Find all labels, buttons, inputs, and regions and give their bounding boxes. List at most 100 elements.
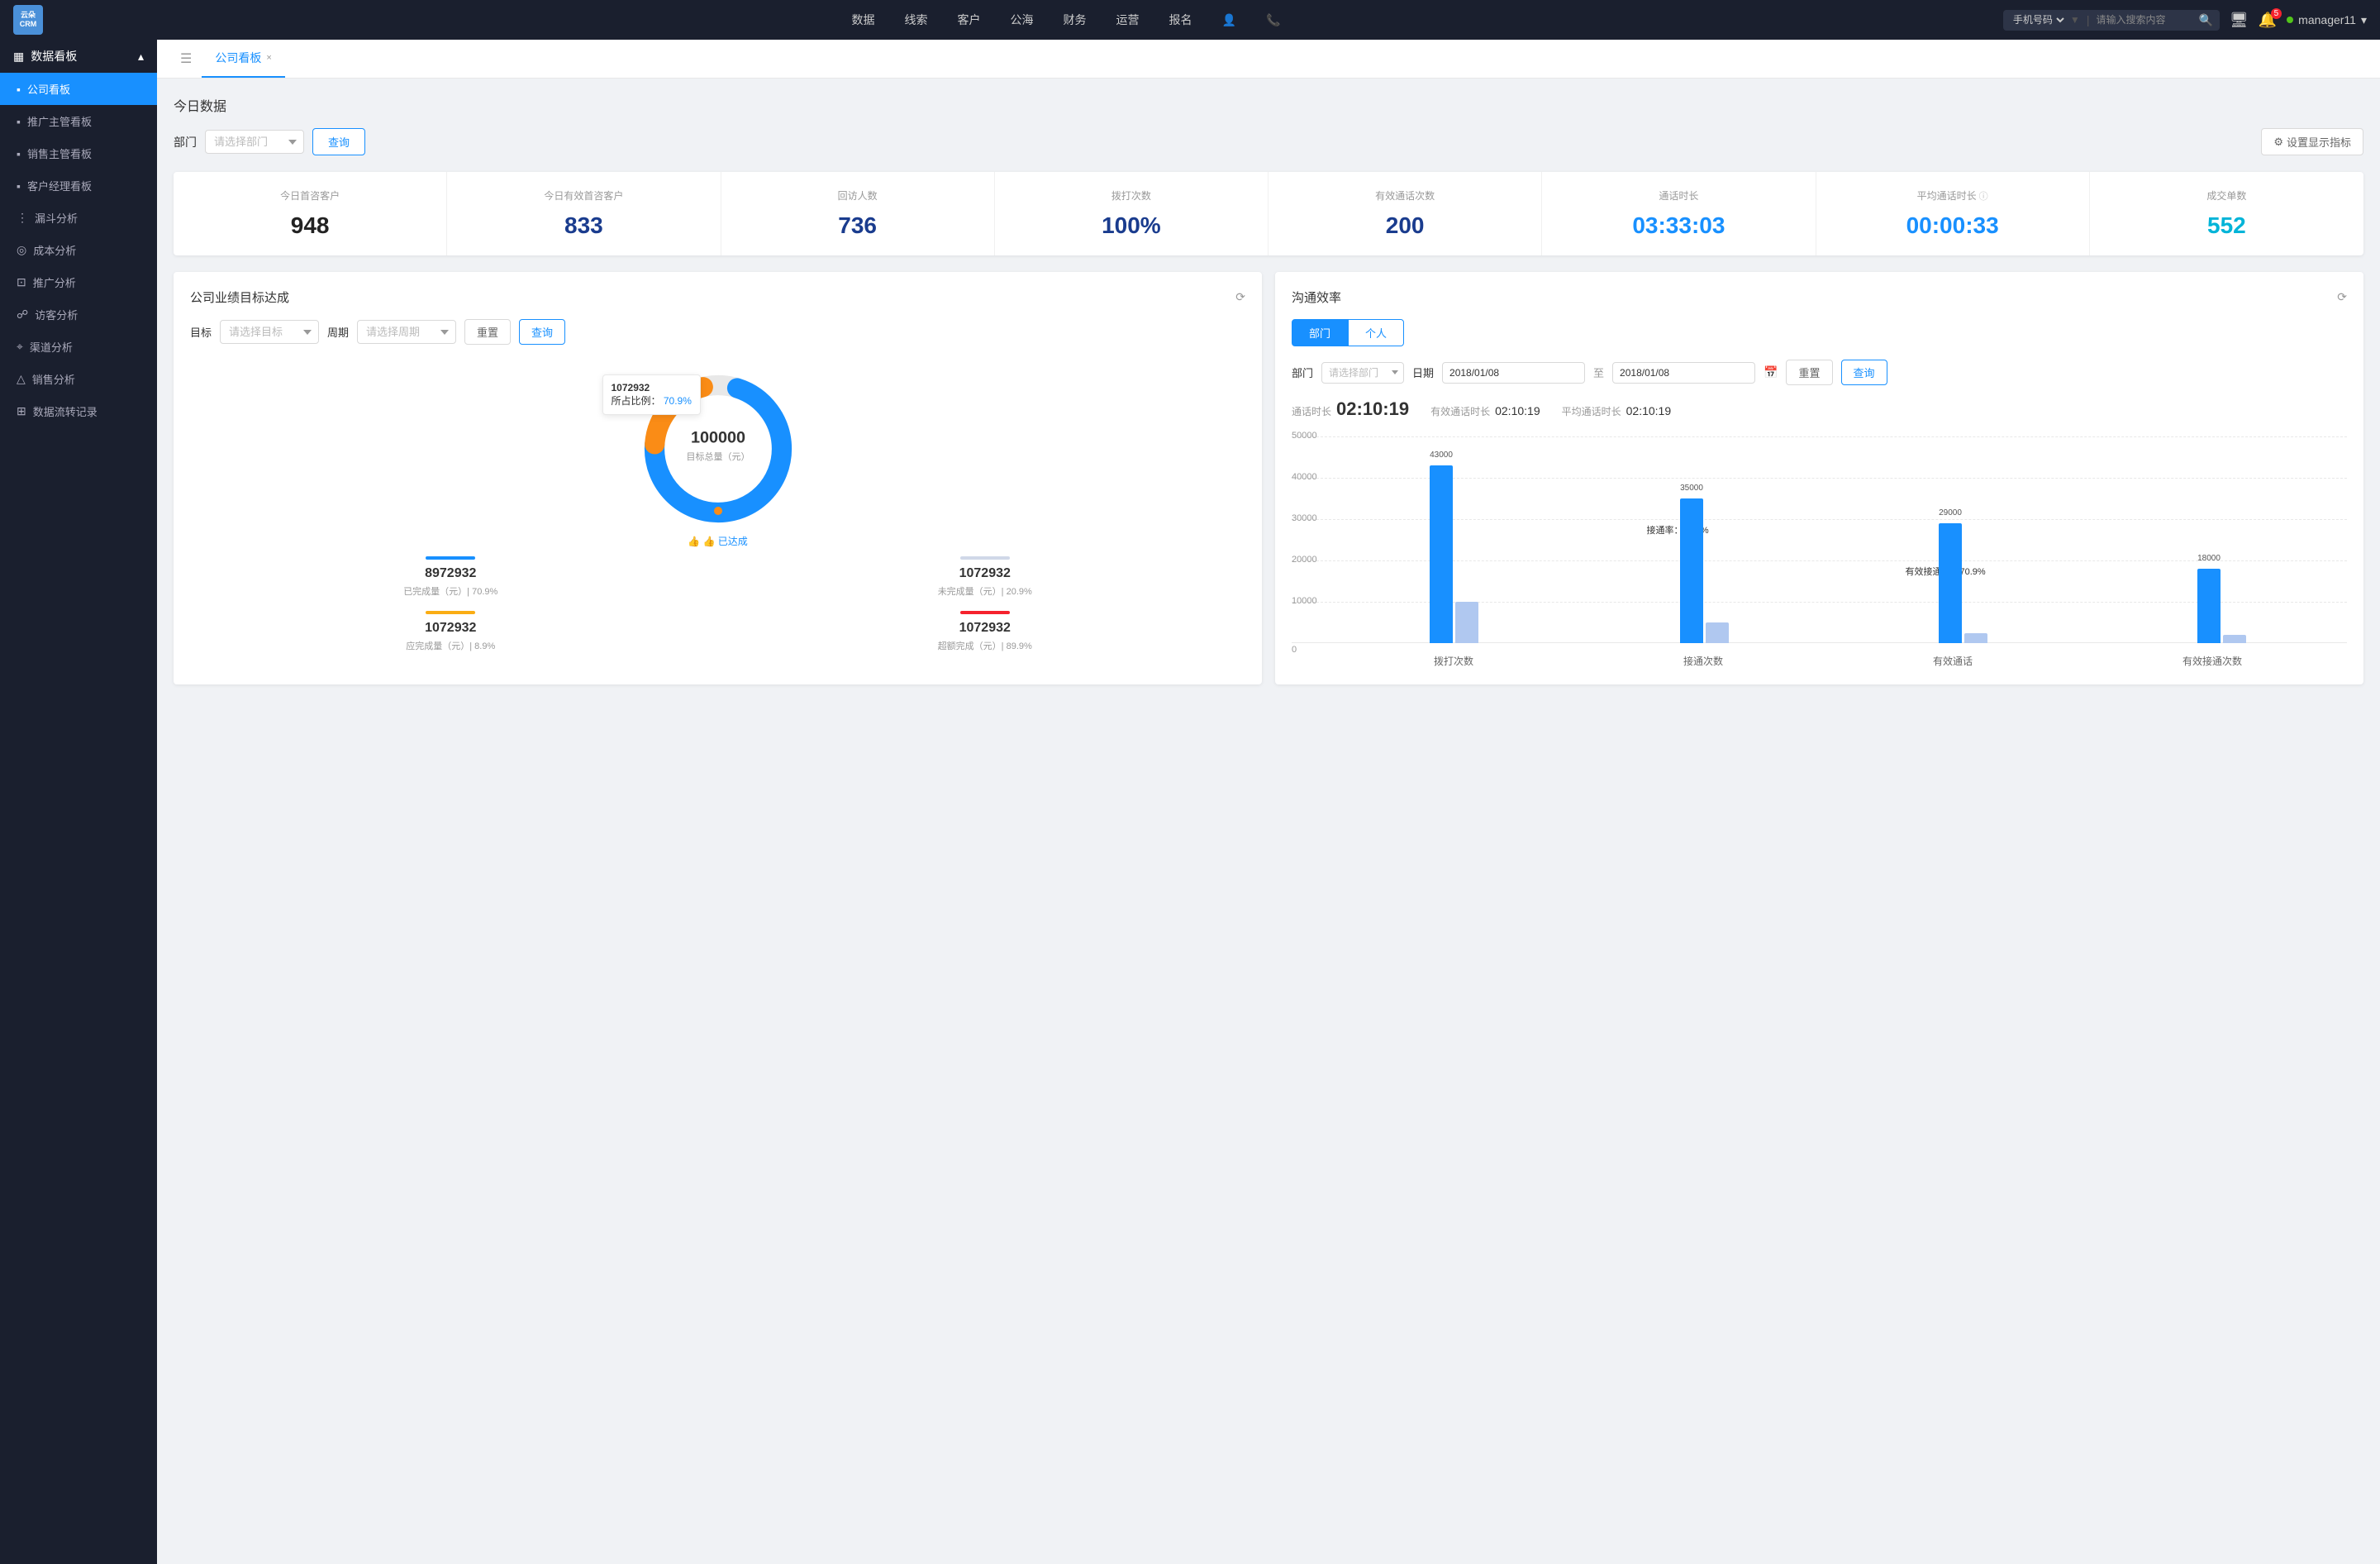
donut-tooltip: 1072932 所占比例： 70.9%	[602, 374, 701, 415]
tooltip-pct-row: 所占比例： 70.9%	[612, 393, 692, 408]
nav-sea[interactable]: 公海	[996, 0, 1049, 40]
nav-signup[interactable]: 报名	[1154, 0, 1207, 40]
tooltip-pct-label: 所占比例：	[612, 395, 661, 407]
bar-eff-connect-main: 18000	[2197, 569, 2221, 643]
stat-label-7: 成交单数	[2103, 188, 2350, 203]
sidebar-item-promo-manager[interactable]: ▪ 推广主管看板	[0, 105, 157, 137]
goal-status-label: 👍 已达成	[703, 536, 748, 547]
search-input[interactable]	[2096, 14, 2195, 26]
user-info[interactable]: manager11 ▾	[2287, 13, 2367, 27]
bar-groups: 43000 接通率：70.9% 35000	[1329, 436, 2347, 643]
y-label-20000: 20000	[1292, 555, 1317, 565]
account-manager-icon: ▪	[17, 179, 21, 193]
tab-company-board[interactable]: 公司看板 ×	[202, 40, 284, 78]
goal-stat-val-3: 1072932	[725, 621, 1246, 636]
nav-phone-icon[interactable]: 📞	[1251, 0, 1295, 40]
notification-bell[interactable]: 🔔 5	[2259, 12, 2277, 29]
stat-value-6: 00:00:33	[1830, 212, 2076, 239]
search-box[interactable]: 手机号码 ▼ | 🔍	[2003, 10, 2220, 31]
y-label-50000: 50000	[1292, 431, 1317, 441]
comm-tab-dept-label: 部门	[1309, 327, 1330, 340]
goal-stat-over-complete: 1072932 超额完成（元）| 89.9%	[725, 611, 1246, 652]
comm-panel-title: 沟通效率	[1292, 288, 1341, 306]
channel-icon: ⌖	[17, 340, 23, 354]
sidebar-item-visitor[interactable]: ☍ 访客分析	[0, 298, 157, 331]
period-select[interactable]: 请选择周期	[357, 320, 456, 344]
monitor-icon[interactable]: 🖥	[2230, 12, 2249, 29]
sidebar-item-channel[interactable]: ⌖ 渠道分析	[0, 331, 157, 363]
stat-value-0: 948	[187, 212, 433, 239]
comm-refresh-icon[interactable]: ⟳	[2337, 290, 2347, 304]
comm-tab-personal[interactable]: 个人	[1348, 319, 1404, 346]
goal-panel-title: 公司业绩目标达成	[190, 288, 289, 306]
comm-panel-header: 沟通效率 ⟳	[1292, 288, 2347, 306]
goal-stat-desc-0: 已完成量（元）| 70.9%	[190, 584, 712, 598]
goal-stat-bar-3	[960, 611, 1010, 614]
sidebar-item-sales-manager[interactable]: ▪ 销售主管看板	[0, 137, 157, 169]
goal-stat-bar-0	[426, 556, 475, 560]
goal-stat-incomplete: 1072932 未完成量（元）| 20.9%	[725, 556, 1246, 598]
comm-date-start[interactable]	[1442, 362, 1585, 384]
goal-panel: 公司业绩目标达成 ⟳ 目标 请选择目标 周期 请选择周期 重置 查询	[174, 272, 1262, 684]
nav-person-icon[interactable]: 👤	[1207, 0, 1251, 40]
comm-dept-label: 部门	[1292, 365, 1313, 380]
sidebar-item-promo[interactable]: ⊡ 推广分析	[0, 266, 157, 298]
tooltip-value: 1072932	[612, 382, 692, 393]
nav-customers[interactable]: 客户	[943, 0, 996, 40]
sidebar-item-account-manager[interactable]: ▪ 客户经理看板	[0, 169, 157, 202]
goal-query-button[interactable]: 查询	[519, 319, 565, 345]
goal-reset-button[interactable]: 重置	[464, 319, 511, 345]
nav-ops[interactable]: 运营	[1102, 0, 1154, 40]
tab-close-icon[interactable]: ×	[266, 53, 271, 63]
comm-dept-select[interactable]: 请选择部门	[1321, 362, 1404, 384]
sidebar-label-promo-manager: 推广主管看板	[27, 113, 92, 129]
sidebar-item-data-flow[interactable]: ⊞ 数据流转记录	[0, 395, 157, 427]
today-section-title: 今日数据	[174, 95, 2363, 115]
sidebar-section-label: 数据看板	[31, 48, 77, 64]
sidebar-item-sales[interactable]: △ 销售分析	[0, 363, 157, 395]
search-type-select[interactable]: 手机号码	[2010, 13, 2067, 26]
today-query-button[interactable]: 查询	[312, 128, 365, 155]
goal-stat-desc-1: 未完成量（元）| 20.9%	[725, 584, 1246, 598]
comm-tab-dept[interactable]: 部门	[1292, 319, 1348, 346]
stat-avg-call: 平均通话时长ⓘ 00:00:33	[1816, 172, 2090, 255]
calendar-icon[interactable]: 📅	[1764, 365, 1778, 379]
comm-reset-button[interactable]: 重置	[1786, 360, 1832, 385]
sidebar-label-funnel: 漏斗分析	[35, 210, 78, 226]
settings-display-button[interactable]: ⚙ 设置显示指标	[2261, 128, 2363, 155]
goal-stat-val-0: 8972932	[190, 566, 712, 581]
bar-eff-connect-label: 18000	[2197, 554, 2221, 563]
bar-group-dial-bars: 43000	[1421, 465, 1488, 643]
nav-finance[interactable]: 财务	[1049, 0, 1102, 40]
top-nav: 云朵CRM 数据 线索 客户 公海 财务 运营 报名 👤 📞 手机号码 ▼ | …	[0, 0, 2380, 40]
bar-dial-main: 43000	[1430, 465, 1453, 643]
search-icon[interactable]: 🔍	[2198, 13, 2212, 27]
comm-query-button[interactable]: 查询	[1841, 360, 1887, 385]
tab-toggle-icon[interactable]: ☰	[170, 41, 202, 77]
sales-icon: △	[17, 372, 26, 386]
nav-data[interactable]: 数据	[837, 0, 890, 40]
settings-label: 设置显示指标	[2287, 134, 2351, 150]
user-dropdown-icon: ▾	[2361, 13, 2367, 27]
goal-refresh-icon[interactable]: ⟳	[1235, 290, 1245, 304]
sidebar-item-company-board[interactable]: ▪ 公司看板	[0, 73, 157, 105]
dept-filter-select[interactable]: 请选择部门	[205, 130, 304, 154]
nav-leads[interactable]: 线索	[890, 0, 943, 40]
comm-date-end[interactable]	[1612, 362, 1755, 384]
sidebar-item-funnel[interactable]: ⋮ 漏斗分析	[0, 202, 157, 234]
sidebar-label-visitor: 访客分析	[35, 307, 78, 322]
stat-first-consult: 今日首咨客户 948	[174, 172, 447, 255]
goal-stat-completed: 8972932 已完成量（元）| 70.9%	[190, 556, 712, 598]
x-label-connect: 接通次数	[1683, 654, 1723, 668]
y-label-10000: 10000	[1292, 596, 1317, 606]
goal-select[interactable]: 请选择目标	[220, 320, 319, 344]
sidebar-item-cost[interactable]: ◎ 成本分析	[0, 234, 157, 266]
settings-icon: ⚙	[2273, 136, 2283, 149]
y-label-30000: 30000	[1292, 513, 1317, 523]
sidebar: ▦ 数据看板 ▴ ▪ 公司看板 ▪ 推广主管看板 ▪ 销售主管看板 ▪ 客户经理…	[0, 40, 157, 1564]
sidebar-collapse-icon[interactable]: ▴	[138, 50, 144, 64]
comm-avg-val: 02:10:19	[1626, 404, 1672, 417]
y-label-40000: 40000	[1292, 472, 1317, 482]
x-label-eff-connect: 有效接通次数	[2182, 654, 2242, 668]
promo-icon: ⊡	[17, 275, 26, 289]
